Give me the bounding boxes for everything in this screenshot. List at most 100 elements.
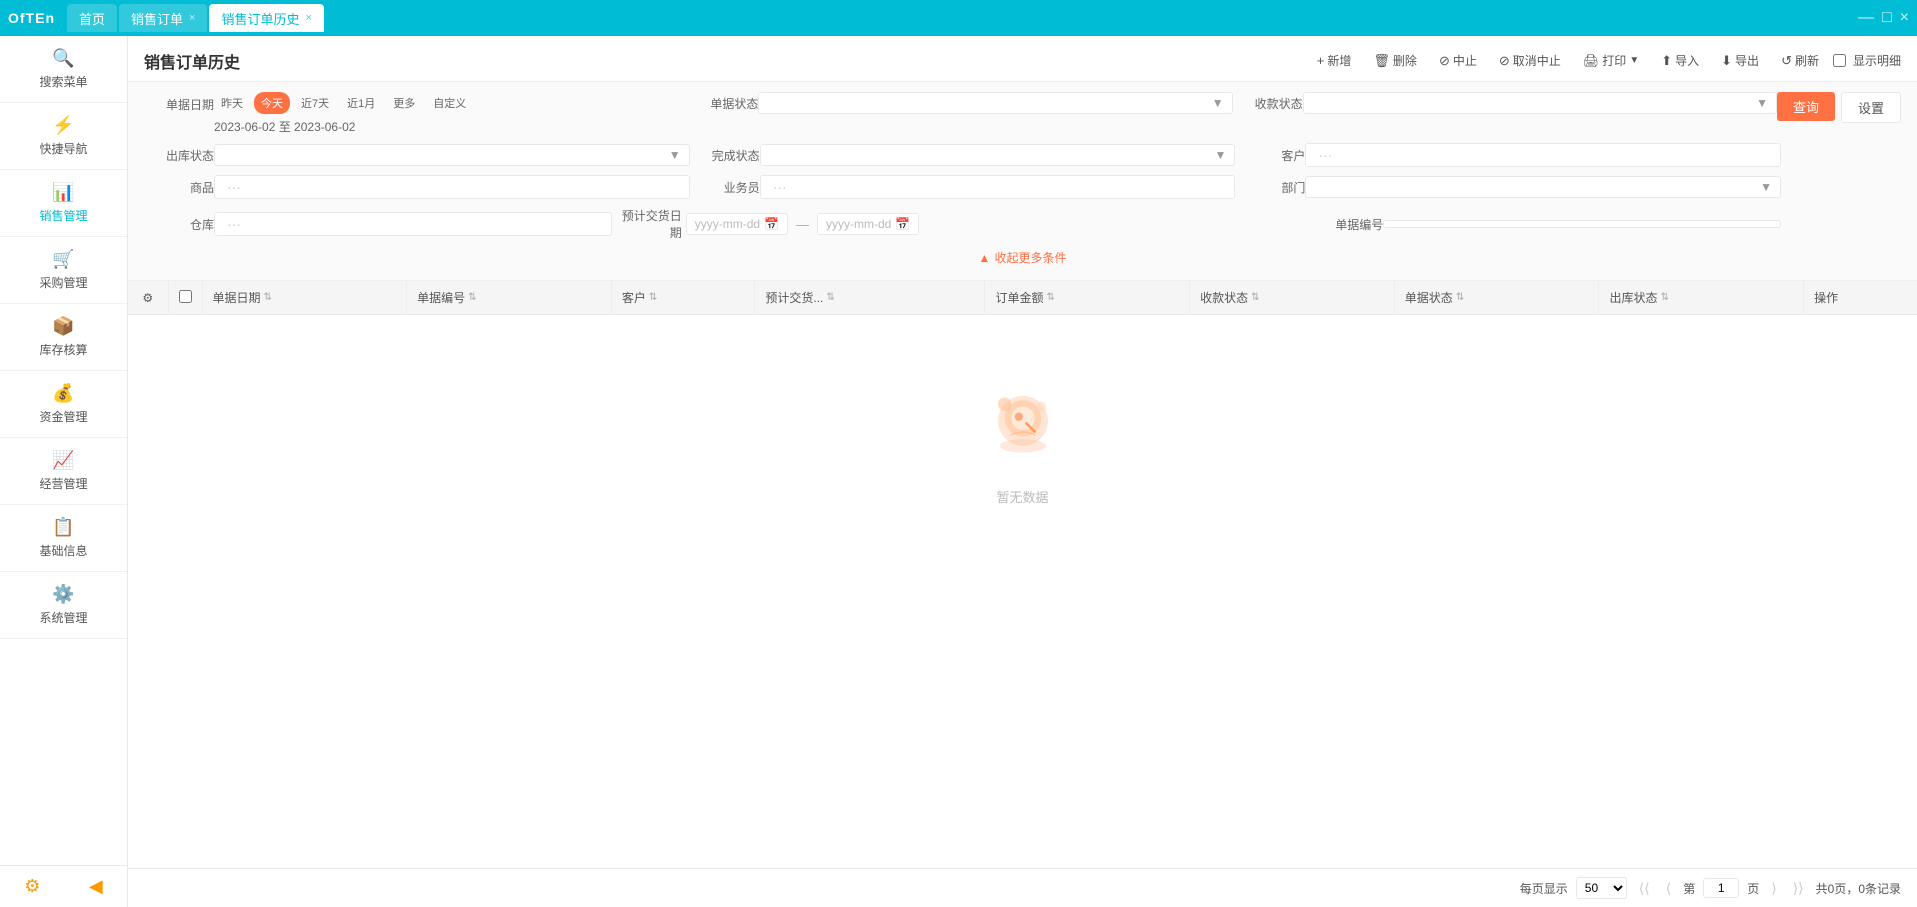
- col-date-sort[interactable]: 单据日期 ⇅: [213, 289, 397, 306]
- settings-col-header: ⚙: [128, 281, 168, 315]
- col-bill-status: 单据状态 ⇅: [1394, 281, 1599, 315]
- maximize-button[interactable]: □: [1882, 9, 1892, 27]
- receipt-status-select[interactable]: ▼: [1303, 92, 1777, 114]
- prev-page-button[interactable]: ⟨: [1662, 878, 1675, 899]
- settings-button[interactable]: 设置: [1841, 92, 1901, 123]
- warehouse-more-icon[interactable]: ···: [223, 216, 245, 232]
- top-tab-首页[interactable]: 首页: [67, 4, 117, 32]
- customer-more-icon[interactable]: ···: [1314, 147, 1336, 163]
- expected-date-start[interactable]: yyyy-mm-dd 📅: [686, 213, 788, 235]
- warehouse-input[interactable]: ···: [214, 212, 612, 236]
- add-icon: +: [1317, 53, 1325, 68]
- print-button[interactable]: 🖨 打印 ▼: [1575, 48, 1647, 73]
- date-quick-btns: 昨天 今天 近7天 近1月 更多 自定义: [214, 92, 534, 114]
- customer-input[interactable]: ···: [1305, 143, 1781, 167]
- date-7days-btn[interactable]: 近7天: [294, 92, 336, 114]
- table-settings-icon[interactable]: ⚙: [142, 291, 153, 305]
- per-page-label: 每页显示: [1520, 880, 1568, 897]
- query-button[interactable]: 查询: [1777, 92, 1835, 121]
- collapse-row[interactable]: ▲ 收起更多条件: [144, 245, 1901, 270]
- order-number-input[interactable]: [1383, 220, 1781, 228]
- sidebar-item-资金管理[interactable]: 💰资金管理: [0, 371, 127, 438]
- collapse-icon[interactable]: ◀: [89, 876, 103, 897]
- main-layout: 🔍搜索菜单⚡快捷导航 📊 销售管理 🛒采购管理📦库存核算💰资金管理📈经营管理📋基础信息…: [0, 36, 1917, 907]
- date-more-btn[interactable]: 更多: [386, 92, 422, 114]
- sidebar: 🔍搜索菜单⚡快捷导航 📊 销售管理 🛒采购管理📦库存核算💰资金管理📈经营管理📋基础信息…: [0, 36, 128, 907]
- date-range: 2023-06-02 至 2023-06-02: [214, 118, 534, 135]
- sort-icon-bill: ⇅: [1456, 292, 1464, 303]
- sidebar-icon: 💰: [52, 383, 74, 404]
- order-number-label: 单据编号: [1313, 216, 1383, 233]
- col-number-sort[interactable]: 单据编号 ⇅: [417, 289, 601, 306]
- sidebar-icon: ⚡: [52, 115, 74, 136]
- export-button[interactable]: ⬇ 导出: [1713, 48, 1767, 73]
- col-receipt-sort[interactable]: 收款状态 ⇅: [1200, 289, 1384, 306]
- page-input[interactable]: [1703, 878, 1739, 898]
- delete-button[interactable]: 🗑 删除: [1365, 48, 1425, 73]
- out-status-label: 出库状态: [144, 147, 214, 164]
- expected-date-end[interactable]: yyyy-mm-dd 📅: [817, 213, 919, 235]
- minimize-button[interactable]: —: [1858, 9, 1874, 27]
- complete-status-select[interactable]: ▼: [760, 144, 1236, 166]
- settings-icon[interactable]: ⚙: [24, 876, 40, 897]
- sidebar-item-快捷导航[interactable]: ⚡快捷导航: [0, 103, 127, 170]
- top-tab-销售订单历史[interactable]: 销售订单历史×: [209, 4, 323, 32]
- stop-button[interactable]: ⊘ 中止: [1431, 48, 1485, 73]
- tab-close-icon[interactable]: ×: [305, 12, 311, 24]
- toolbar: + 新增 🗑 删除 ⊘ 中止 ⊘ 取消中止 🖨 打印: [1309, 48, 1901, 73]
- import-button[interactable]: ⬆ 导入: [1653, 48, 1707, 73]
- out-status-select[interactable]: ▼: [214, 144, 690, 166]
- sidebar-item-库存核算[interactable]: 📦库存核算: [0, 304, 127, 371]
- sidebar-label: 销售管理: [39, 207, 87, 224]
- salesperson-more-icon[interactable]: ···: [769, 179, 791, 195]
- last-page-button[interactable]: ⟩⟩: [1789, 878, 1808, 899]
- per-page-select[interactable]: 50 10 20 100: [1576, 877, 1627, 899]
- sidebar-item-经营管理[interactable]: 📈经营管理: [0, 438, 127, 505]
- calendar-end-icon[interactable]: 📅: [895, 217, 910, 231]
- display-detail-checkbox[interactable]: [1833, 54, 1846, 67]
- dept-select[interactable]: ▼: [1305, 176, 1781, 198]
- sidebar-item-系统管理[interactable]: ⚙️系统管理: [0, 572, 127, 639]
- sidebar-icon: 📊: [52, 182, 74, 203]
- product-more-icon[interactable]: ···: [223, 179, 245, 195]
- date-1month-btn[interactable]: 近1月: [340, 92, 382, 114]
- date-today-btn[interactable]: 今天: [254, 92, 290, 114]
- col-out-sort[interactable]: 出库状态 ⇅: [1609, 289, 1793, 306]
- expected-date-label: 预计交货日期: [612, 207, 682, 241]
- salesperson-input[interactable]: ···: [760, 175, 1236, 199]
- display-toggle[interactable]: 显示明细: [1833, 52, 1901, 69]
- close-button[interactable]: ×: [1900, 9, 1909, 27]
- calendar-start-icon[interactable]: 📅: [764, 217, 779, 231]
- sidebar-item-采购管理[interactable]: 🛒采购管理: [0, 237, 127, 304]
- date-placeholder-start: yyyy-mm-dd: [695, 217, 760, 231]
- refresh-button[interactable]: ↺ 刷新: [1773, 48, 1827, 73]
- cancel-stop-button[interactable]: ⊘ 取消中止: [1491, 48, 1569, 73]
- date-custom-btn[interactable]: 自定义: [426, 92, 473, 114]
- sidebar-item-搜索菜单[interactable]: 🔍搜索菜单: [0, 36, 127, 103]
- col-expected-sort[interactable]: 预计交货... ⇅: [765, 289, 974, 306]
- col-bill-sort[interactable]: 单据状态 ⇅: [1405, 289, 1589, 306]
- window-controls: — □ ×: [1858, 9, 1909, 27]
- date-placeholder-end: yyyy-mm-dd: [826, 217, 891, 231]
- top-bar: OfTEn 首页销售订单×销售订单历史× — □ ×: [0, 0, 1917, 36]
- col-customer-sort[interactable]: 客户 ⇅: [622, 289, 745, 306]
- first-page-button[interactable]: ⟨⟨: [1635, 878, 1654, 899]
- sidebar-item-销售管理[interactable]: 📊 销售管理: [0, 170, 127, 237]
- status-dropdown-icon: ▼: [1212, 96, 1224, 110]
- date-yesterday-btn[interactable]: 昨天: [214, 92, 250, 114]
- empty-state: 暂无数据: [128, 315, 1917, 566]
- new-button[interactable]: + 新增: [1309, 48, 1360, 73]
- col-action: 操作: [1804, 281, 1917, 315]
- checkbox-col-header: [168, 281, 202, 315]
- top-tab-销售订单[interactable]: 销售订单×: [119, 4, 207, 32]
- col-amount-sort[interactable]: 订单金额 ⇅: [995, 289, 1179, 306]
- status-select[interactable]: ▼: [758, 92, 1232, 114]
- sidebar-item-基础信息[interactable]: 📋基础信息: [0, 505, 127, 572]
- product-input[interactable]: ···: [214, 175, 690, 199]
- sort-icon-out: ⇅: [1660, 292, 1668, 303]
- date-label: 单据日期: [144, 92, 214, 113]
- tab-close-icon[interactable]: ×: [189, 12, 195, 24]
- table-container: ⚙ 单据日期 ⇅ 单据编号: [128, 281, 1917, 868]
- select-all-checkbox[interactable]: [179, 290, 192, 303]
- next-page-button[interactable]: ⟩: [1767, 878, 1780, 899]
